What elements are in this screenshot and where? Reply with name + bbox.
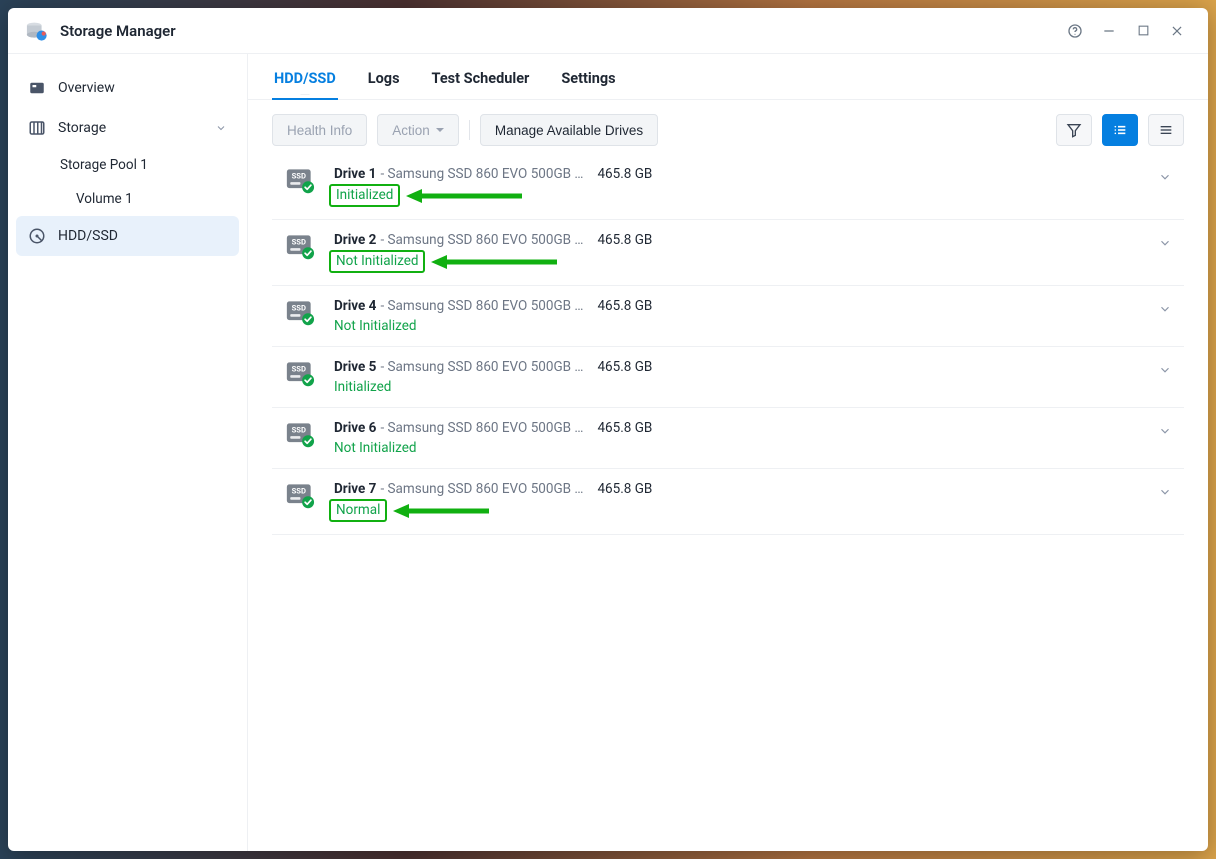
drive-model: - Samsung SSD 860 EVO 500GB … — [380, 420, 583, 436]
drive-size: 465.8 GB — [597, 298, 652, 314]
svg-text:SSD: SSD — [292, 172, 306, 181]
app-icon — [26, 20, 48, 42]
sidebar: Overview Storage Storage Pool 1 Volume 1 — [8, 54, 248, 851]
menu-button[interactable] — [1148, 114, 1184, 146]
manage-drives-button[interactable]: Manage Available Drives — [480, 114, 658, 146]
sidebar-item-label: Storage Pool 1 — [60, 157, 148, 173]
sidebar-item-storage-pool-1[interactable]: Storage Pool 1 — [16, 148, 239, 182]
caret-down-icon — [436, 128, 444, 136]
drive-model: - Samsung SSD 860 EVO 500GB … — [380, 232, 583, 248]
hdd-icon — [28, 227, 46, 245]
drive-size: 465.8 GB — [597, 481, 652, 497]
drive-status: Not Initialized — [329, 250, 425, 273]
svg-text:SSD: SSD — [292, 238, 306, 247]
drive-row[interactable]: SSD Drive 4 - Samsung SSD 860 EVO 500GB … — [272, 286, 1184, 347]
sidebar-item-label: Volume 1 — [76, 191, 133, 207]
drive-status: Not Initialized — [334, 440, 416, 456]
drive-name: Drive 5 — [334, 359, 376, 375]
tab-logs[interactable]: Logs — [366, 70, 402, 99]
drive-row[interactable]: SSD Drive 2 - Samsung SSD 860 EVO 500GB … — [272, 220, 1184, 286]
ssd-icon: SSD — [286, 483, 320, 513]
drive-name: Drive 6 — [334, 420, 376, 436]
drive-name: Drive 2 — [334, 232, 376, 248]
titlebar: Storage Manager — [8, 8, 1208, 54]
drive-model: - Samsung SSD 860 EVO 500GB … — [380, 359, 583, 375]
sidebar-item-label: Overview — [58, 80, 115, 96]
storage-icon — [28, 119, 46, 137]
drive-size: 465.8 GB — [597, 359, 652, 375]
chevron-down-icon[interactable] — [1154, 420, 1176, 442]
ssd-icon: SSD — [286, 361, 320, 391]
drive-row[interactable]: SSD Drive 7 - Samsung SSD 860 EVO 500GB … — [272, 469, 1184, 535]
chevron-down-icon[interactable] — [1154, 359, 1176, 381]
drive-size: 465.8 GB — [597, 166, 652, 182]
ssd-icon: SSD — [286, 422, 320, 452]
app-window: Storage Manager Overview — [8, 8, 1208, 851]
tab-settings[interactable]: Settings — [559, 70, 617, 99]
chevron-down-icon[interactable] — [1154, 232, 1176, 254]
main-content: HDD/SSD Logs Test Scheduler Settings Hea… — [248, 54, 1208, 851]
ssd-icon: SSD — [286, 300, 320, 330]
drive-model: - Samsung SSD 860 EVO 500GB … — [380, 298, 583, 314]
drive-size: 465.8 GB — [597, 232, 652, 248]
drive-list: SSD Drive 1 - Samsung SSD 860 EVO 500GB … — [248, 154, 1208, 559]
sidebar-item-overview[interactable]: Overview — [16, 68, 239, 108]
drive-size: 465.8 GB — [597, 420, 652, 436]
drive-status: Not Initialized — [334, 318, 416, 334]
chevron-down-icon[interactable] — [1154, 166, 1176, 188]
svg-text:SSD: SSD — [292, 426, 306, 435]
toolbar: Health Info Action Manage Available Driv… — [248, 100, 1208, 154]
action-dropdown[interactable]: Action — [377, 114, 459, 146]
chevron-down-icon — [215, 122, 227, 134]
app-title: Storage Manager — [60, 22, 176, 40]
maximize-button[interactable] — [1126, 14, 1160, 48]
health-info-button[interactable]: Health Info — [272, 114, 367, 146]
drive-model: - Samsung SSD 860 EVO 500GB … — [380, 481, 583, 497]
drive-status: Initialized — [334, 379, 391, 395]
drive-status: Normal — [329, 499, 387, 522]
minimize-button[interactable] — [1092, 14, 1126, 48]
view-list-button[interactable] — [1102, 114, 1138, 146]
drive-status: Initialized — [329, 184, 400, 207]
drive-name: Drive 1 — [334, 166, 376, 182]
filter-button[interactable] — [1056, 114, 1092, 146]
ssd-icon: SSD — [286, 234, 320, 264]
sidebar-item-hdd-ssd[interactable]: HDD/SSD — [16, 216, 239, 256]
overview-icon — [28, 79, 46, 97]
drive-row[interactable]: SSD Drive 5 - Samsung SSD 860 EVO 500GB … — [272, 347, 1184, 408]
sidebar-item-volume-1[interactable]: Volume 1 — [16, 182, 239, 216]
sidebar-item-label: Storage — [58, 120, 106, 136]
drive-row[interactable]: SSD Drive 6 - Samsung SSD 860 EVO 500GB … — [272, 408, 1184, 469]
tab-test-scheduler[interactable]: Test Scheduler — [430, 70, 532, 99]
close-button[interactable] — [1160, 14, 1194, 48]
tabbar: HDD/SSD Logs Test Scheduler Settings — [248, 54, 1208, 100]
drive-name: Drive 4 — [334, 298, 376, 314]
drive-row[interactable]: SSD Drive 1 - Samsung SSD 860 EVO 500GB … — [272, 154, 1184, 220]
sidebar-item-storage[interactable]: Storage — [16, 108, 239, 148]
svg-text:SSD: SSD — [292, 365, 306, 374]
ssd-icon: SSD — [286, 168, 320, 198]
drive-model: - Samsung SSD 860 EVO 500GB … — [380, 166, 583, 182]
sidebar-item-label: HDD/SSD — [58, 228, 118, 244]
tab-hdd-ssd[interactable]: HDD/SSD — [272, 70, 338, 99]
svg-text:SSD: SSD — [292, 304, 306, 313]
svg-text:SSD: SSD — [292, 487, 306, 496]
toolbar-divider — [469, 120, 470, 140]
help-button[interactable] — [1058, 14, 1092, 48]
chevron-down-icon[interactable] — [1154, 298, 1176, 320]
chevron-down-icon[interactable] — [1154, 481, 1176, 503]
drive-name: Drive 7 — [334, 481, 376, 497]
